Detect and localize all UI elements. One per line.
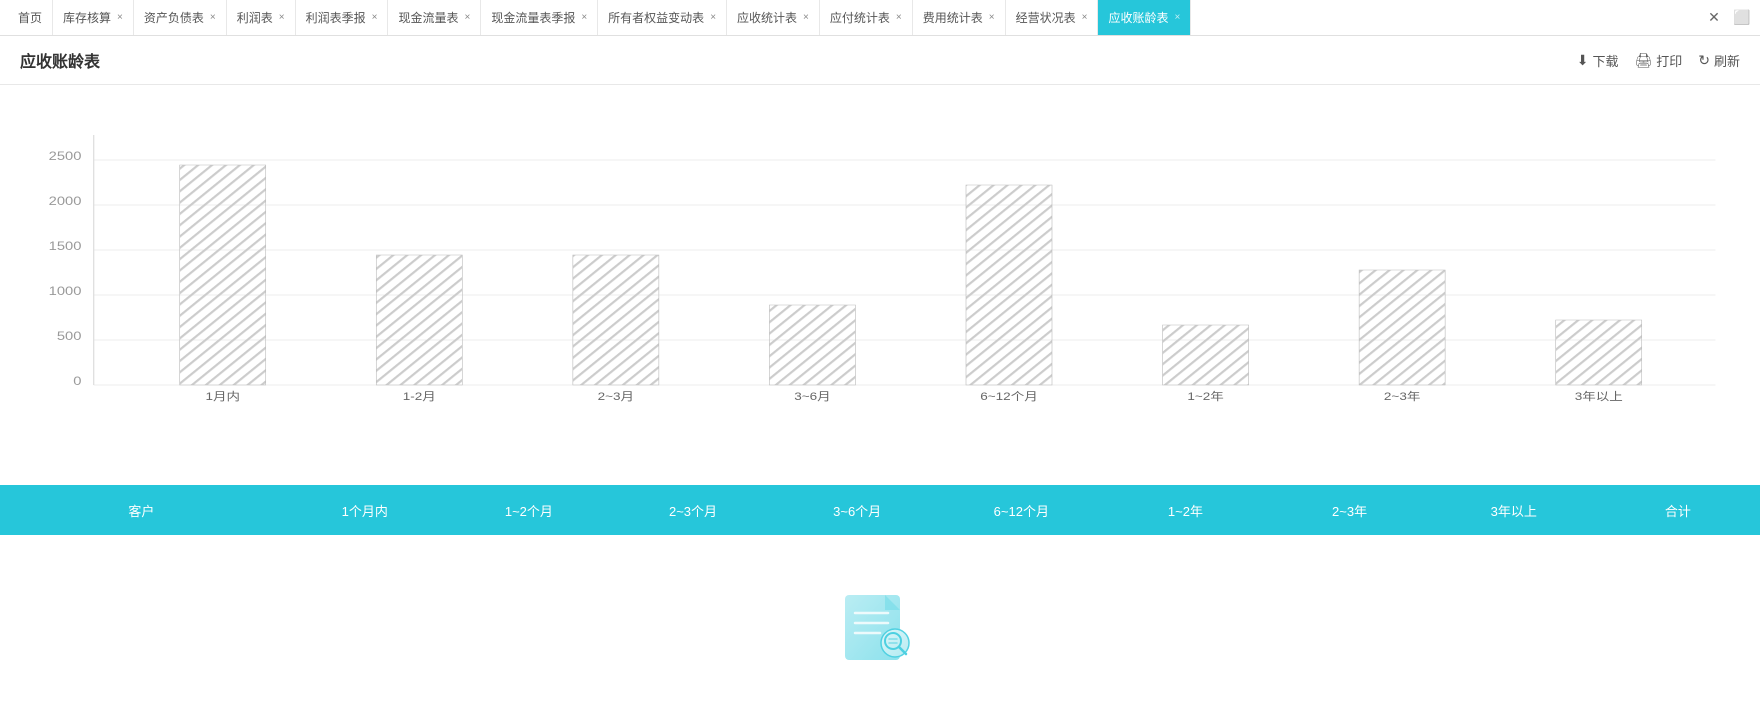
th-2-3month: 2~3个月 [611, 501, 775, 520]
tab-home[interactable]: 首页 [8, 0, 53, 36]
close-tab-ar-stats[interactable]: × [803, 12, 809, 23]
bar-1-2month [376, 255, 462, 385]
tab-balance[interactable]: 资产负债表 × [134, 0, 227, 36]
refresh-button[interactable]: ↻ 刷新 [1698, 51, 1740, 70]
close-window-button[interactable]: ✕ [1704, 8, 1724, 28]
th-3-6month: 3~6个月 [775, 501, 939, 520]
svg-text:2000: 2000 [49, 194, 82, 207]
tab-cashflow-quarter[interactable]: 现金流量表季报 × [481, 0, 598, 36]
th-2-3year: 2~3年 [1268, 501, 1432, 520]
close-tab-inventory[interactable]: × [117, 12, 123, 23]
svg-text:1500: 1500 [49, 239, 82, 252]
tab-ar-stats[interactable]: 应收统计表 × [727, 0, 820, 36]
th-1month: 1个月内 [283, 501, 447, 520]
tab-ar-aging[interactable]: 应收账龄表 × [1098, 0, 1191, 36]
tab-bar-actions: ✕ ⬜ [1704, 8, 1752, 28]
bar-chart: 0 500 1000 1500 2000 2500 1月内 [20, 105, 1740, 405]
download-icon: ⬇ [1577, 52, 1589, 69]
tab-cashflow[interactable]: 现金流量表 × [388, 0, 481, 36]
refresh-icon: ↻ [1698, 52, 1710, 69]
tab-bar: 首页 库存核算 × 资产负债表 × 利润表 × 利润表季报 × 现金流量表 × … [0, 0, 1760, 36]
chart-container: 0 500 1000 1500 2000 2500 1月内 [20, 105, 1740, 405]
bar-2-3month [573, 255, 659, 385]
bar-3-6month [769, 305, 855, 385]
svg-text:1-2月: 1-2月 [403, 390, 436, 402]
close-tab-profit[interactable]: × [279, 12, 285, 23]
th-3plus-year: 3年以上 [1432, 501, 1596, 520]
close-tab-cashflow-quarter[interactable]: × [581, 12, 587, 23]
svg-text:2~3年: 2~3年 [1384, 390, 1420, 402]
bar-1month [180, 165, 266, 385]
bar-3plus-year [1556, 320, 1642, 385]
print-button[interactable]: 🖨 打印 [1634, 51, 1682, 70]
tab-expense[interactable]: 费用统计表 × [913, 0, 1006, 36]
th-total: 合计 [1596, 501, 1760, 520]
svg-text:2500: 2500 [49, 149, 82, 162]
close-tab-balance[interactable]: × [210, 12, 216, 23]
tab-profit-quarter[interactable]: 利润表季报 × [296, 0, 389, 36]
close-tab-expense[interactable]: × [989, 12, 995, 23]
header-actions: ⬇ 下载 🖨 打印 ↻ 刷新 [1577, 51, 1740, 70]
close-tab-operations[interactable]: × [1082, 12, 1088, 23]
bar-1-2year [1163, 325, 1249, 385]
th-customer: 客户 [0, 501, 283, 520]
bar-2-3year [1359, 270, 1445, 385]
print-icon: 🖨 [1634, 52, 1652, 69]
maximize-window-button[interactable]: ⬜ [1732, 8, 1752, 28]
th-1-2year: 1~2年 [1103, 501, 1267, 520]
chart-area: 0 500 1000 1500 2000 2500 1月内 [0, 85, 1760, 485]
tab-profit[interactable]: 利润表 × [227, 0, 296, 36]
close-tab-equity[interactable]: × [710, 12, 716, 23]
bar-6-12month [966, 185, 1052, 385]
svg-text:0: 0 [73, 374, 81, 387]
download-button[interactable]: ⬇ 下载 [1577, 51, 1619, 70]
close-tab-ap-stats[interactable]: × [896, 12, 902, 23]
tab-ap-stats[interactable]: 应付统计表 × [820, 0, 913, 36]
close-tab-ar-aging[interactable]: × [1174, 12, 1180, 23]
th-1-2month: 1~2个月 [447, 501, 611, 520]
svg-text:3~6月: 3~6月 [794, 390, 830, 402]
close-tab-cashflow[interactable]: × [464, 12, 470, 23]
page-header: 应收账龄表 ⬇ 下载 🖨 打印 ↻ 刷新 [0, 36, 1760, 85]
svg-text:500: 500 [57, 329, 82, 342]
close-tab-profit-quarter[interactable]: × [372, 12, 378, 23]
svg-text:1~2年: 1~2年 [1187, 390, 1223, 402]
svg-text:1000: 1000 [49, 284, 82, 297]
table-header: 客户 1个月内 1~2个月 2~3个月 3~6个月 6~12个月 1~2年 2~… [0, 485, 1760, 535]
th-6-12month: 6~12个月 [939, 501, 1103, 520]
svg-text:1月内: 1月内 [205, 390, 240, 402]
page-title: 应收账龄表 [20, 48, 100, 72]
page-content: 应收账龄表 ⬇ 下载 🖨 打印 ↻ 刷新 [0, 36, 1760, 720]
empty-state [0, 535, 1760, 720]
empty-illustration [830, 575, 930, 675]
svg-text:2~3月: 2~3月 [598, 390, 634, 402]
tab-inventory[interactable]: 库存核算 × [53, 0, 134, 36]
svg-text:6~12个月: 6~12个月 [980, 390, 1037, 402]
svg-text:3年以上: 3年以上 [1575, 390, 1623, 402]
tab-equity[interactable]: 所有者权益变动表 × [598, 0, 727, 36]
tab-operations[interactable]: 经营状况表 × [1006, 0, 1099, 36]
